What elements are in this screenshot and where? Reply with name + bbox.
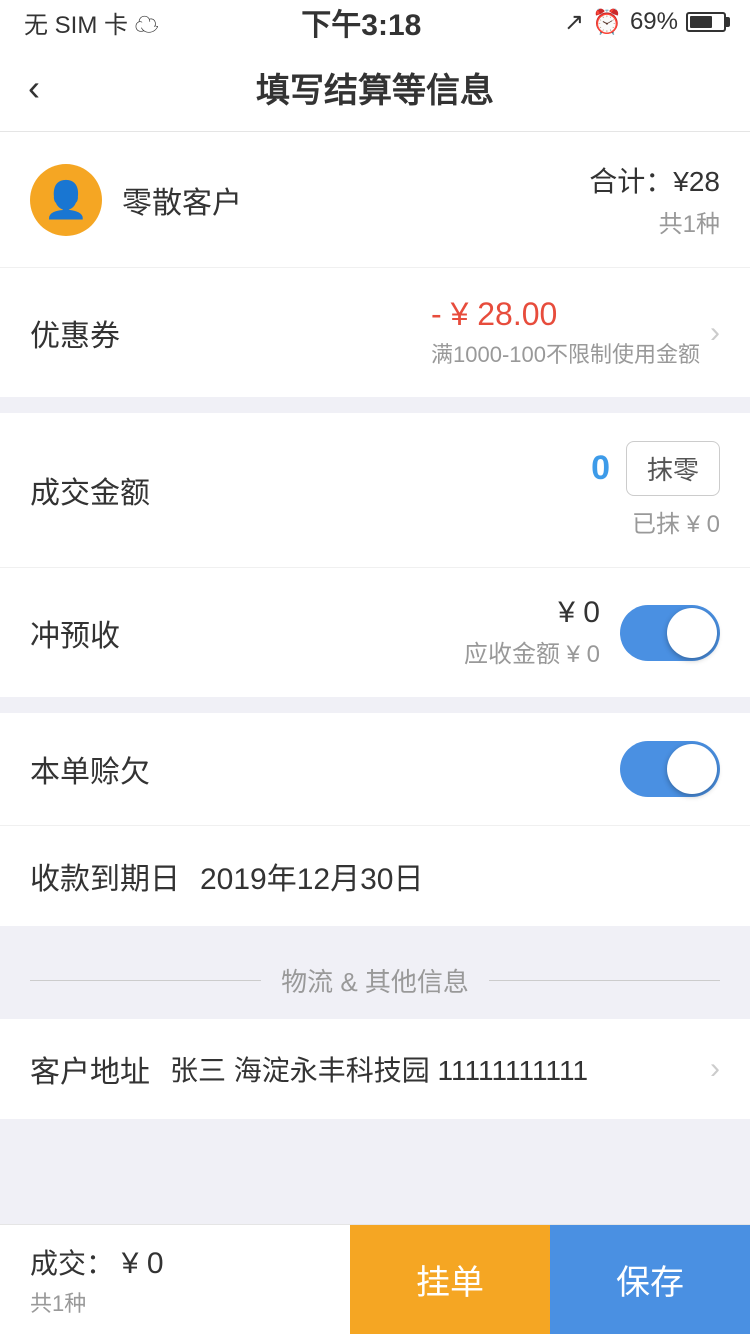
coupon-label: 优惠券 xyxy=(30,311,120,355)
status-left: 无 SIM 卡 ☁ xyxy=(24,5,159,40)
customer-row: 👤 零散客户 合计：¥28 共1种 xyxy=(0,132,750,267)
customer-name: 零散客户 xyxy=(122,178,242,222)
back-button[interactable]: ‹ xyxy=(28,67,40,109)
due-date-label: 收款到期日 xyxy=(30,854,180,898)
round-off-button[interactable]: 抹零 xyxy=(626,441,720,496)
location-icon: ↗ xyxy=(564,8,584,37)
bottom-deal-amount: ¥ 0 xyxy=(122,1247,164,1280)
deal-amount: 0 xyxy=(591,449,610,488)
alarm-icon: ⏰ xyxy=(592,8,622,37)
divider-line-right xyxy=(489,980,720,981)
status-bar: 无 SIM 卡 ☁ 下午3:18 ↗ ⏰ 69% xyxy=(0,0,750,44)
save-button[interactable]: 保存 xyxy=(550,1225,750,1334)
bottom-info: 成交： ¥ 0 共1种 xyxy=(0,1242,350,1318)
due-date-value: 2019年12月30日 xyxy=(200,854,423,898)
deferred-row: 本单赊欠 xyxy=(0,713,750,826)
bottom-deal-label: 成交： xyxy=(30,1248,114,1279)
status-right: ↗ ⏰ 69% xyxy=(564,8,726,37)
customer-left: 👤 零散客户 xyxy=(30,164,242,236)
address-label: 客户地址 xyxy=(30,1047,150,1091)
coupon-chevron-icon: › xyxy=(710,316,720,350)
battery-percent: 69% xyxy=(630,8,678,36)
coupon-description: 满1000-100不限制使用金额 xyxy=(431,337,700,369)
deferred-toggle-knob xyxy=(667,744,717,794)
bottom-bar: 成交： ¥ 0 共1种 挂单 保存 xyxy=(0,1224,750,1334)
main-content: 👤 零散客户 合计：¥28 共1种 优惠券 - ¥ 28.00 满1000-10… xyxy=(0,132,750,1239)
address-value: 张三 海淀永丰科技园 11111111111 xyxy=(170,1049,710,1089)
divider-line-left xyxy=(30,980,261,981)
deal-card: 成交金额 0 抹零 已抹 ¥ 0 冲预收 ¥ 0 应收金额 ¥ 0 xyxy=(0,413,750,697)
precollect-toggle[interactable] xyxy=(620,605,720,661)
deal-already-rounded: 已抹 ¥ 0 xyxy=(632,504,720,539)
avatar: 👤 xyxy=(30,164,102,236)
precollect-right: ¥ 0 应收金额 ¥ 0 xyxy=(464,596,720,669)
address-right: › xyxy=(710,1052,720,1086)
deferred-card: 本单赊欠 收款到期日 2019年12月30日 xyxy=(0,713,750,926)
toggle-knob xyxy=(667,608,717,658)
total-amount: 合计：¥28 xyxy=(589,160,720,200)
coupon-right: - ¥ 28.00 满1000-100不限制使用金额 › xyxy=(431,296,720,369)
status-time: 下午3:18 xyxy=(301,0,421,44)
due-date-row: 收款到期日 2019年12月30日 xyxy=(0,826,750,926)
bottom-deal-row: 成交： ¥ 0 xyxy=(30,1242,320,1282)
bottom-buttons: 挂单 保存 xyxy=(350,1225,750,1334)
precollect-row: 冲预收 ¥ 0 应收金额 ¥ 0 xyxy=(0,568,750,697)
no-sim-label: 无 SIM 卡 ☁ xyxy=(24,5,159,40)
precollect-amount: ¥ 0 xyxy=(464,596,600,630)
logistics-label: 物流 & 其他信息 xyxy=(281,962,469,999)
precollect-receivable: 应收金额 ¥ 0 xyxy=(464,634,600,669)
customer-coupon-card: 👤 零散客户 合计：¥28 共1种 优惠券 - ¥ 28.00 满1000-10… xyxy=(0,132,750,397)
deal-label: 成交金额 xyxy=(30,468,150,512)
deal-value-row: 0 抹零 xyxy=(591,441,720,496)
precollect-label: 冲预收 xyxy=(30,611,120,655)
deferred-toggle[interactable] xyxy=(620,741,720,797)
bottom-count: 共1种 xyxy=(30,1286,320,1318)
deal-row: 成交金额 0 抹零 已抹 ¥ 0 xyxy=(0,413,750,568)
total-count: 共1种 xyxy=(589,204,720,239)
hold-button[interactable]: 挂单 xyxy=(350,1225,550,1334)
address-chevron-icon: › xyxy=(710,1052,720,1086)
precollect-amounts: ¥ 0 应收金额 ¥ 0 xyxy=(464,596,600,669)
page-title: 填写结算等信息 xyxy=(256,63,494,112)
coupon-discount: - ¥ 28.00 xyxy=(431,296,700,333)
avatar-icon: 👤 xyxy=(44,179,89,221)
nav-bar: ‹ 填写结算等信息 xyxy=(0,44,750,132)
deferred-label: 本单赊欠 xyxy=(30,747,150,791)
logistics-divider: 物流 & 其他信息 xyxy=(0,942,750,1019)
customer-right: 合计：¥28 共1种 xyxy=(589,160,720,239)
address-row[interactable]: 客户地址 张三 海淀永丰科技园 11111111111 › xyxy=(0,1019,750,1119)
coupon-row[interactable]: 优惠券 - ¥ 28.00 满1000-100不限制使用金额 › xyxy=(0,267,750,397)
battery-icon xyxy=(686,12,726,32)
